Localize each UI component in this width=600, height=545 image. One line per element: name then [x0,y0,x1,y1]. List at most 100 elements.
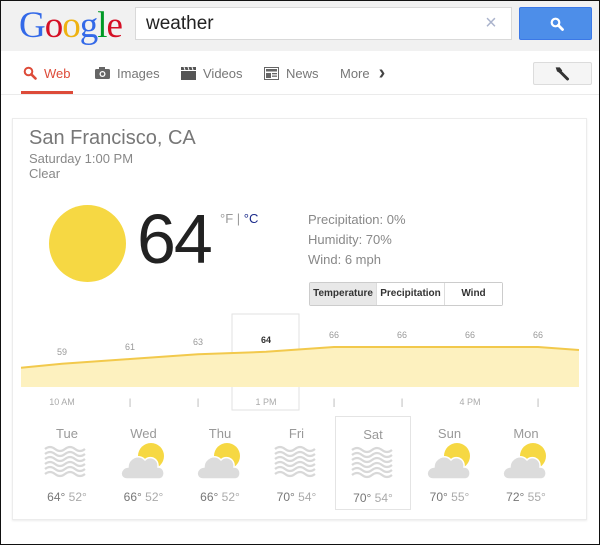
x-tick-label: | [197,397,199,407]
search-button[interactable] [519,7,592,40]
low-temp: 55° [451,490,470,504]
search-box[interactable]: × [135,7,512,40]
unit-fahrenheit[interactable]: °F [220,211,233,226]
weather-details: Precipitation: 0% Humidity: 70% Wind: 6 … [308,210,406,270]
chart-tabs: Temperature Precipitation Wind [309,282,503,306]
low-temp: 55° [527,490,546,504]
forecast-day[interactable]: Sat 70° 54° [335,416,411,510]
point-label: 64 [261,335,271,345]
logo-letter: o [62,5,80,46]
humidity: Humidity: 70% [308,232,392,247]
low-temp: 52° [145,490,164,504]
day-name: Mon [513,426,539,441]
google-logo[interactable]: Google [19,4,123,47]
tab-precipitation[interactable]: Precipitation [377,283,445,305]
search-icon [550,17,564,31]
location: San Francisco, CA [29,127,196,149]
current-temperature: 64 [137,200,213,278]
day-name: Thu [208,426,232,441]
day-temps: 66° 52° [106,490,182,504]
top-bar: Google × [1,1,599,51]
unit-celsius[interactable]: °C [244,211,259,226]
nav-news[interactable]: News [264,51,319,95]
active-tab-indicator [21,91,73,94]
nav-images[interactable]: Images [95,51,160,95]
search-nav: Web Images Videos News More › [1,51,599,95]
partly-cloudy-icon [119,441,169,483]
unit-separator: | [233,211,244,226]
low-temp: 52° [221,490,240,504]
wind: Wind: 6 mph [308,252,381,267]
high-temp: 66° [200,490,219,504]
day-name: Sat [363,427,383,442]
point-label: 66 [329,330,339,340]
nav-more-label: More [340,65,370,81]
forecast-day[interactable]: Thu 66° 52° [182,416,258,510]
nav-images-label: Images [117,65,160,81]
point-label: 61 [125,342,135,352]
forecast-strip: Tue 64° 52° Wed 66° 52° Thu 66° 52° Fri … [13,416,588,511]
x-tick-label: 4 PM [459,397,480,407]
forecast-day[interactable]: Wed 66° 52° [106,416,182,510]
high-temp: 70° [276,490,295,504]
weather-card: San Francisco, CA Saturday 1:00 PM Clear… [12,118,587,520]
high-temp: 70° [429,490,448,504]
fog-icon [349,442,399,484]
x-tick-label: 1 PM [255,397,276,407]
logo-letter: e [106,5,123,46]
fog-icon [42,441,92,483]
sun-icon [49,205,126,282]
high-temp: 66° [123,490,142,504]
partly-cloudy-icon [501,441,551,483]
low-temp: 54° [298,490,317,504]
chevron-right-icon: › [378,62,386,84]
logo-letter: l [97,5,107,46]
wrench-icon [555,67,569,81]
point-label: 66 [397,330,407,340]
nav-news-label: News [286,65,319,81]
newspaper-icon [264,66,279,80]
forecast-day[interactable]: Tue 64° 52° [29,416,105,510]
day-name: Sun [437,426,462,441]
day-temps: 70° 55° [412,490,488,504]
day-temps: 66° 52° [182,490,258,504]
clapperboard-icon [181,66,196,80]
partly-cloudy-icon [195,441,245,483]
tab-wind[interactable]: Wind [445,283,502,305]
point-label: 63 [193,337,203,347]
search-tools-button[interactable] [533,62,592,85]
forecast-day[interactable]: Mon 72° 55° [488,416,564,510]
forecast-day[interactable]: Sun 70° 55° [412,416,488,510]
nav-more[interactable]: More › [340,51,385,95]
logo-letter: g [79,5,98,46]
temperature-chart: 59 61 63 64 66 66 66 66 10 AM | | 1 PM | | 4 PM | [20,313,580,411]
search-icon [23,66,37,80]
precipitation: Precipitation: 0% [308,212,406,227]
tab-temperature[interactable]: Temperature [310,283,377,305]
point-label: 66 [465,330,475,340]
low-temp: 52° [68,490,87,504]
search-input[interactable] [146,12,466,36]
nav-videos[interactable]: Videos [181,51,243,95]
logo-letter: G [19,5,46,46]
unit-toggle: °F | °C [220,211,258,226]
nav-videos-label: Videos [203,65,243,81]
forecast-day[interactable]: Fri 70° 54° [259,416,335,510]
x-tick-label: | [333,397,335,407]
high-temp: 70° [353,491,372,505]
temperature-area [21,347,579,387]
day-temps: 72° 55° [488,490,564,504]
day-temps: 64° 52° [29,490,105,504]
day-name: Fri [288,426,305,441]
logo-letter: o [44,5,63,46]
high-temp: 64° [47,490,66,504]
datetime: Saturday 1:00 PM [29,151,134,166]
nav-web-label: Web [44,65,71,81]
clear-icon[interactable]: × [483,13,499,33]
x-tick-label: 10 AM [49,397,75,407]
nav-web[interactable]: Web [23,51,71,95]
x-tick-label: | [537,397,539,407]
day-name: Tue [56,426,78,441]
low-temp: 54° [374,491,393,505]
point-label: 59 [57,347,67,357]
